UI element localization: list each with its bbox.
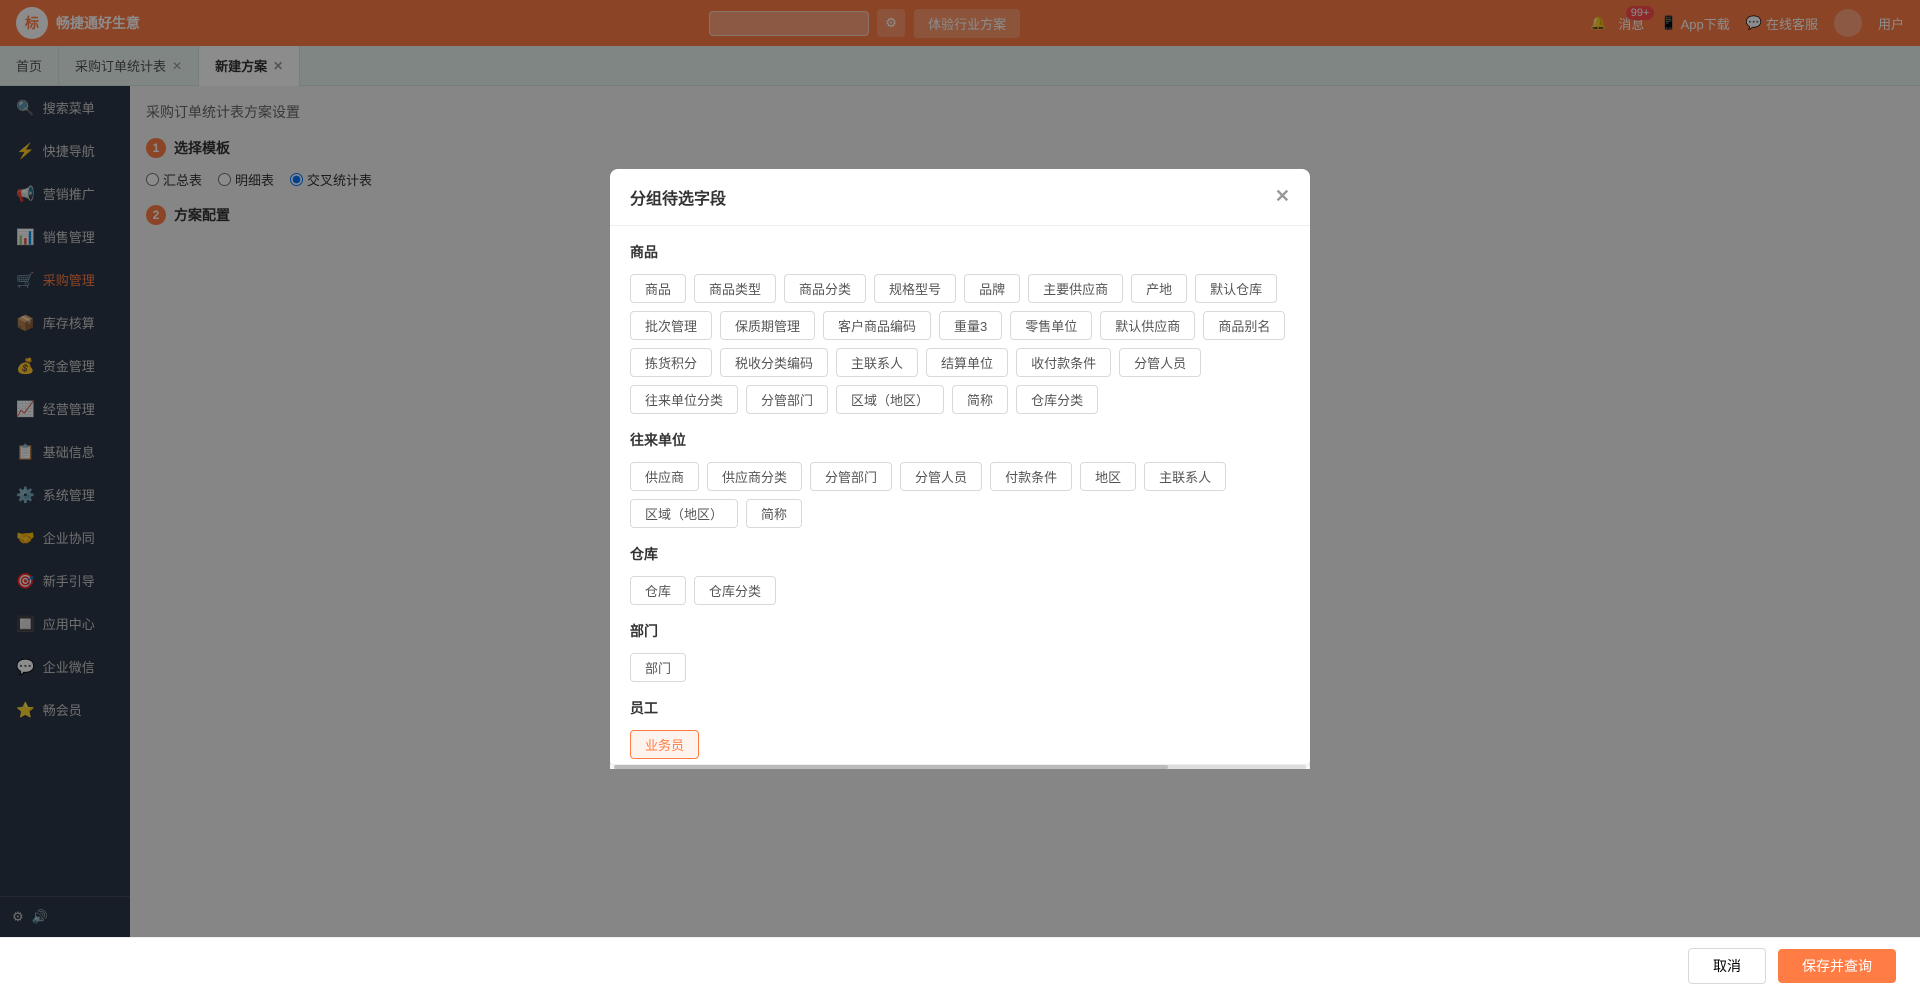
section-dept-fields: 部门 <box>630 653 1290 682</box>
field-main-contact[interactable]: 主联系人 <box>836 348 918 377</box>
field-customer-code[interactable]: 客户商品编码 <box>823 311 931 340</box>
field-region-partner[interactable]: 区域（地区） <box>630 499 738 528</box>
field-product-category[interactable]: 商品分类 <box>784 274 866 303</box>
field-default-warehouse[interactable]: 默认仓库 <box>1195 274 1277 303</box>
section-dept-title: 部门 <box>630 621 1290 641</box>
modal-overlay: 分组待选字段 ✕ 商品 商品 商品类型 商品分类 规格型号 品牌 主要供应商 产… <box>0 0 1920 937</box>
field-person-partner[interactable]: 分管人员 <box>900 462 982 491</box>
field-short-name-partner[interactable]: 简称 <box>746 499 802 528</box>
dialog-close-button[interactable]: ✕ <box>1275 186 1290 207</box>
field-warehouse-cat[interactable]: 仓库分类 <box>694 576 776 605</box>
dialog: 分组待选字段 ✕ 商品 商品 商品类型 商品分类 规格型号 品牌 主要供应商 产… <box>610 169 1310 769</box>
cancel-button[interactable]: 取消 <box>1688 948 1766 984</box>
section-employee-title: 员工 <box>630 698 1290 718</box>
field-spec-model[interactable]: 规格型号 <box>874 274 956 303</box>
field-batch-mgmt[interactable]: 批次管理 <box>630 311 712 340</box>
field-supplier-category[interactable]: 供应商分类 <box>707 462 802 491</box>
field-payment-terms[interactable]: 收付款条件 <box>1016 348 1111 377</box>
section-employee-fields: 业务员 <box>630 730 1290 759</box>
save-button[interactable]: 保存并查询 <box>1778 949 1896 983</box>
field-brand[interactable]: 品牌 <box>964 274 1020 303</box>
field-shelf-life[interactable]: 保质期管理 <box>720 311 815 340</box>
field-supplier[interactable]: 供应商 <box>630 462 699 491</box>
field-partner-category[interactable]: 往来单位分类 <box>630 385 738 414</box>
field-warehouse[interactable]: 仓库 <box>630 576 686 605</box>
field-warehouse-category[interactable]: 仓库分类 <box>1016 385 1098 414</box>
field-responsible-person[interactable]: 分管人员 <box>1119 348 1201 377</box>
field-dept[interactable]: 部门 <box>630 653 686 682</box>
dialog-title: 分组待选字段 <box>630 185 726 209</box>
field-weight3[interactable]: 重量3 <box>939 311 1002 340</box>
bottom-bar: 取消 保存并查询 <box>0 937 1920 993</box>
dialog-scrollbar-thumb[interactable] <box>614 765 1168 769</box>
field-dept-managed[interactable]: 分管部门 <box>746 385 828 414</box>
field-contact-partner[interactable]: 主联系人 <box>1144 462 1226 491</box>
field-product-type[interactable]: 商品类型 <box>694 274 776 303</box>
field-short-name-product[interactable]: 简称 <box>952 385 1008 414</box>
field-product-alias[interactable]: 商品别名 <box>1203 311 1285 340</box>
dialog-body: 商品 商品 商品类型 商品分类 规格型号 品牌 主要供应商 产地 默认仓库 批次… <box>610 226 1310 764</box>
field-salesperson[interactable]: 业务员 <box>630 730 699 759</box>
section-product-title: 商品 <box>630 242 1290 262</box>
section-warehouse-title: 仓库 <box>630 544 1290 564</box>
field-product[interactable]: 商品 <box>630 274 686 303</box>
field-origin[interactable]: 产地 <box>1131 274 1187 303</box>
section-warehouse-fields: 仓库 仓库分类 <box>630 576 1290 605</box>
field-region-product[interactable]: 区域（地区） <box>836 385 944 414</box>
dialog-header: 分组待选字段 ✕ <box>610 169 1310 226</box>
section-product-fields: 商品 商品类型 商品分类 规格型号 品牌 主要供应商 产地 默认仓库 批次管理 … <box>630 274 1290 414</box>
dialog-scrollbar-area <box>610 764 1310 769</box>
field-payment-cond[interactable]: 付款条件 <box>990 462 1072 491</box>
field-pick-points[interactable]: 拣货积分 <box>630 348 712 377</box>
field-area-partner[interactable]: 地区 <box>1080 462 1136 491</box>
field-default-supplier[interactable]: 默认供应商 <box>1100 311 1195 340</box>
field-retail-unit[interactable]: 零售单位 <box>1010 311 1092 340</box>
section-partner-title: 往来单位 <box>630 430 1290 450</box>
field-main-supplier[interactable]: 主要供应商 <box>1028 274 1123 303</box>
field-tax-code[interactable]: 税收分类编码 <box>720 348 828 377</box>
dialog-scrollbar-track <box>614 765 1306 769</box>
section-partner-fields: 供应商 供应商分类 分管部门 分管人员 付款条件 地区 主联系人 区域（地区） … <box>630 462 1290 528</box>
field-dept-partner[interactable]: 分管部门 <box>810 462 892 491</box>
field-settlement-unit[interactable]: 结算单位 <box>926 348 1008 377</box>
